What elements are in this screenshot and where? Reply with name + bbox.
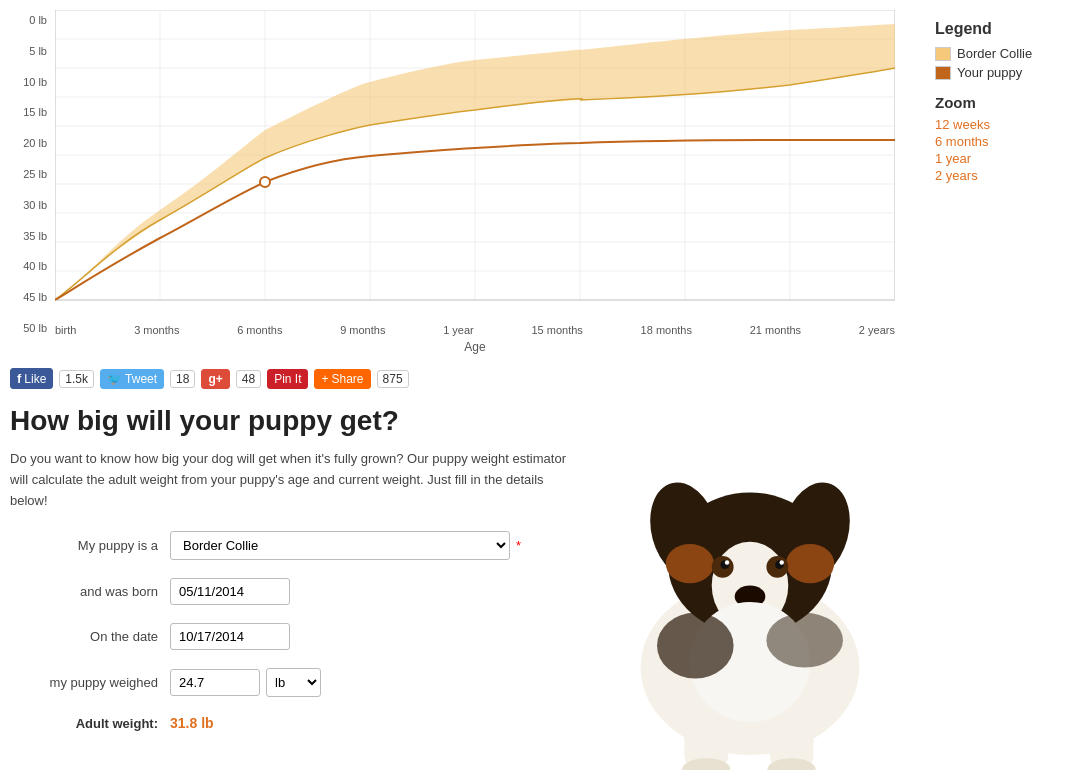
x-label-18m: 18 months <box>641 324 692 336</box>
svg-point-41 <box>657 613 734 679</box>
legend-label-your-puppy: Your puppy <box>957 65 1022 80</box>
legend-section: Legend Border Collie Your puppy Zoom 12 … <box>935 10 1065 770</box>
born-label: and was born <box>10 584 170 599</box>
x-label-3m: 3 months <box>134 324 179 336</box>
x-label-2y: 2 years <box>859 324 895 336</box>
twitter-icon: 🐦 <box>107 372 122 386</box>
date-label: On the date <box>10 629 170 644</box>
svg-point-34 <box>780 560 784 564</box>
weight-unit-select[interactable]: lb kg <box>266 668 321 697</box>
legend-item-your-puppy: Your puppy <box>935 65 1065 80</box>
zoom-12weeks[interactable]: 12 weeks <box>935 117 1065 132</box>
pinterest-button[interactable]: Pin It <box>267 369 308 389</box>
date-row: On the date <box>10 623 575 650</box>
page-heading: How big will your puppy get? <box>10 405 575 437</box>
required-indicator: * <box>516 538 521 553</box>
x-label-birth: birth <box>55 324 76 336</box>
weight-label: my puppy weighed <box>10 675 170 690</box>
zoom-links: 12 weeks 6 months 1 year 2 years <box>935 117 1065 183</box>
x-label-9m: 9 months <box>340 324 385 336</box>
gplus-count: 48 <box>236 370 261 388</box>
share-icon: + <box>321 372 328 386</box>
tweet-count: 18 <box>170 370 195 388</box>
page-description: Do you want to know how big your dog wil… <box>10 449 575 511</box>
gplus-icon: g+ <box>208 372 222 386</box>
fb-like-label: Like <box>24 372 46 386</box>
date-input[interactable] <box>170 623 290 650</box>
puppy-image-container <box>575 405 925 770</box>
growth-chart <box>55 10 895 320</box>
adult-weight-row: Adult weight: 31.8 lb <box>10 715 575 731</box>
legend-color-your-puppy <box>935 66 951 80</box>
fb-count: 1.5k <box>59 370 94 388</box>
svg-point-28 <box>786 544 834 583</box>
breed-row: My puppy is a Border Collie Labrador Ret… <box>10 531 575 560</box>
x-label-15m: 15 months <box>531 324 582 336</box>
facebook-like-button[interactable]: f Like <box>10 368 53 389</box>
adult-weight-value: 31.8 lb <box>170 715 214 731</box>
fb-icon: f <box>17 371 21 386</box>
x-label-1y: 1 year <box>443 324 474 336</box>
x-label-21m: 21 months <box>750 324 801 336</box>
share-button[interactable]: + Share <box>314 369 370 389</box>
born-row: and was born <box>10 578 575 605</box>
legend-item-border-collie: Border Collie <box>935 46 1065 61</box>
zoom-2years[interactable]: 2 years <box>935 168 1065 183</box>
svg-point-27 <box>666 544 714 583</box>
share-label: Share <box>332 372 364 386</box>
legend-label-border-collie: Border Collie <box>957 46 1032 61</box>
x-label-6m: 6 months <box>237 324 282 336</box>
breed-select[interactable]: Border Collie Labrador Retriever German … <box>170 531 510 560</box>
svg-point-21 <box>260 177 270 187</box>
svg-point-33 <box>725 560 729 564</box>
pin-label: Pin It <box>274 372 301 386</box>
legend-title: Legend <box>935 20 1065 38</box>
weight-input[interactable] <box>170 669 260 696</box>
zoom-1year[interactable]: 1 year <box>935 151 1065 166</box>
gplus-button[interactable]: g+ <box>201 369 229 389</box>
born-input[interactable] <box>170 578 290 605</box>
y-axis-labels: 50 lb 45 lb 40 lb 35 lb 30 lb 25 lb 20 l… <box>10 10 55 354</box>
puppy-form: My puppy is a Border Collie Labrador Ret… <box>10 531 575 731</box>
zoom-title: Zoom <box>935 94 1065 111</box>
share-count: 875 <box>377 370 409 388</box>
tweet-label: Tweet <box>125 372 157 386</box>
legend-color-border-collie <box>935 47 951 61</box>
x-axis-title: Age <box>55 340 895 354</box>
svg-point-42 <box>766 613 843 668</box>
weight-inputs: lb kg <box>170 668 321 697</box>
social-bar: f Like 1.5k 🐦 Tweet 18 g+ 48 Pin It + Sh… <box>10 368 925 389</box>
zoom-6months[interactable]: 6 months <box>935 134 1065 149</box>
breed-label: My puppy is a <box>10 538 170 553</box>
adult-weight-label: Adult weight: <box>10 716 170 731</box>
weight-row: my puppy weighed lb kg <box>10 668 575 697</box>
puppy-image <box>575 405 925 770</box>
tweet-button[interactable]: 🐦 Tweet <box>100 369 164 389</box>
